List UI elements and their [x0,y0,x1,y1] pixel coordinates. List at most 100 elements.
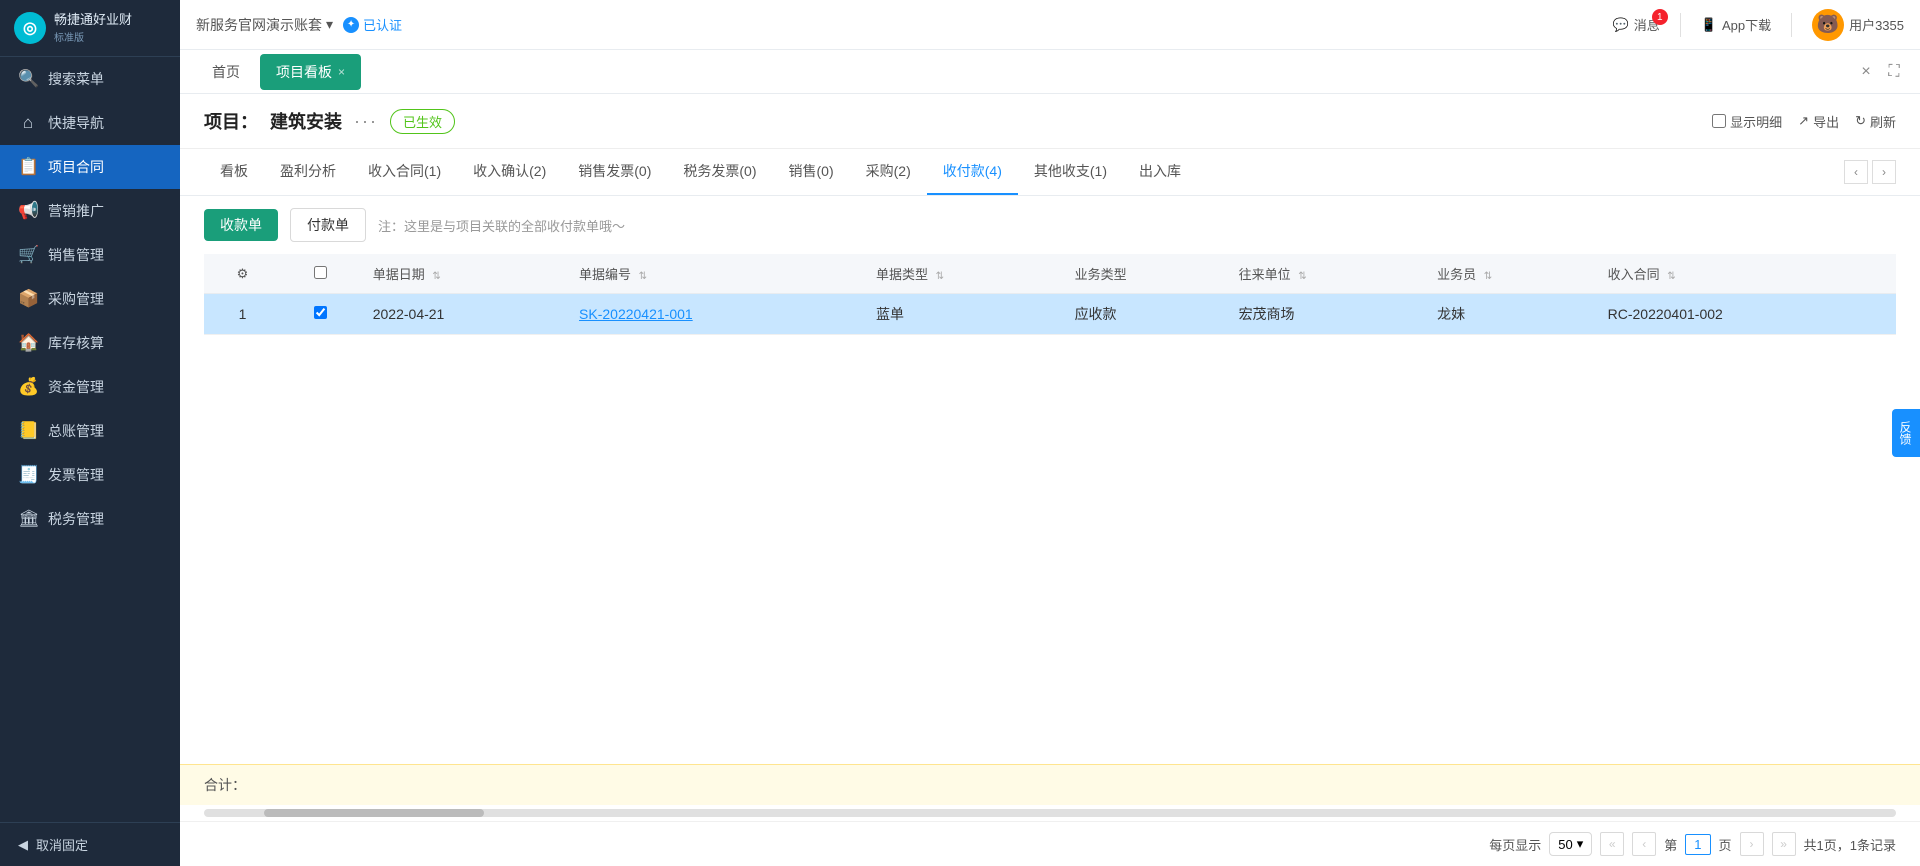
message-button[interactable]: 💬 消息 1 [1613,15,1660,34]
show-detail-label: 显示明细 [1730,112,1782,131]
sub-tab-warehouse[interactable]: 出入库 [1123,149,1197,195]
account-dropdown[interactable]: 新服务官网演示账套 ▾ [196,15,333,35]
sub-tabs-prev-button[interactable]: ‹ [1844,160,1868,184]
th-code[interactable]: 单据编号 ⇅ [567,254,864,294]
th-date[interactable]: 单据日期 ⇅ [361,254,567,294]
finance-icon: 💰 [18,377,38,397]
sub-tab-profit[interactable]: 盈利分析 [264,149,352,195]
sub-tabs: 看板 盈利分析 收入合同(1) 收入确认(2) 销售发票(0) 税务发票(0) … [180,149,1920,196]
table-row[interactable]: 1 2022-04-21 SK-20220421-001 蓝单 应收款 宏茂商场… [204,294,1896,335]
td-biz-type: 应收款 [1063,294,1227,335]
sidebar-item-ledger[interactable]: 📒 总账管理 [0,409,180,453]
td-checkbox [281,294,361,335]
th-partner[interactable]: 往来单位 ⇅ [1227,254,1426,294]
maximize-icon: ⛶ [1888,63,1899,81]
sidebar-item-finance[interactable]: 💰 资金管理 [0,365,180,409]
td-partner: 宏茂商场 [1227,294,1426,335]
sidebar-item-tax[interactable]: 🏛 税务管理 [0,497,180,541]
phone-icon: 📱 [1701,17,1717,33]
tab-home[interactable]: 首页 [196,54,256,90]
sort-icon: ⇅ [432,271,440,282]
page-first-button[interactable]: « [1600,832,1624,856]
sidebar-item-quicknav[interactable]: ⌂ 快捷导航 [0,101,180,145]
refresh-button[interactable]: ↻ 刷新 [1855,112,1896,131]
th-type[interactable]: 单据类型 ⇅ [864,254,1063,294]
tab-close-icon[interactable]: × [338,65,345,79]
window-close-button[interactable]: × [1856,62,1876,82]
sidebar-item-marketing[interactable]: 📢 营销推广 [0,189,180,233]
app-download-button[interactable]: 📱 App下载 [1701,15,1771,34]
sidebar-item-label: 资金管理 [48,377,104,397]
horizontal-scrollbar[interactable] [180,805,1920,821]
header-right: 💬 消息 1 📱 App下载 🐻 用户3355 [1613,9,1904,41]
th-settings: ⚙ [204,254,281,294]
sort-icon: ⇅ [639,271,647,282]
sidebar-nav: 🔍 搜索菜单 ⌂ 快捷导航 📋 项目合同 📢 营销推广 🛒 销售管理 📦 采购管… [0,57,180,822]
th-contract[interactable]: 收入合同 ⇅ [1596,254,1896,294]
window-maximize-button[interactable]: ⛶ [1884,62,1904,82]
export-button[interactable]: ↗ 导出 [1798,112,1839,131]
row-checkbox[interactable] [314,306,327,319]
certified-badge: ✦ 已认证 [343,15,402,34]
sub-tab-other[interactable]: 其他收支(1) [1018,149,1123,195]
sub-tab-income-contract[interactable]: 收入合同(1) [352,149,457,195]
sidebar-cancel-fixed[interactable]: ◀ 取消固定 [0,822,180,866]
more-options-icon[interactable]: ··· [354,111,378,132]
show-detail-input[interactable] [1712,114,1726,128]
account-name: 新服务官网演示账套 [196,15,322,35]
sidebar-item-label: 总账管理 [48,421,104,441]
sub-tab-sales-invoice[interactable]: 销售发票(0) [562,149,667,195]
sub-tab-kanban[interactable]: 看板 [204,149,264,195]
page-size-select[interactable]: 50 ▾ [1549,832,1592,856]
project-header: 项目： 建筑安装 ··· 已生效 显示明细 ↗ 导出 ↻ 刷新 [180,94,1920,149]
scrollbar-thumb[interactable] [264,809,484,817]
sub-tab-tax-invoice[interactable]: 税务发票(0) [667,149,772,195]
feedback-button[interactable]: 反馈 [1892,409,1920,457]
sub-tab-sales[interactable]: 销售(0) [773,149,850,195]
sidebar-item-sales[interactable]: 🛒 销售管理 [0,233,180,277]
page-next-button[interactable]: › [1740,832,1764,856]
td-type: 蓝单 [864,294,1063,335]
page-size-label: 每页显示 [1489,835,1541,854]
tab-project-board[interactable]: 项目看板 × [260,54,361,90]
refresh-label: 刷新 [1870,112,1896,131]
page-word-pre: 第 [1664,835,1677,854]
td-contract: RC-20220401-002 [1596,294,1896,335]
sidebar-item-label: 采购管理 [48,289,104,309]
message-badge: 1 [1652,9,1668,25]
sub-tab-payment[interactable]: 收付款(4) [927,149,1018,195]
app-download-label: App下载 [1722,15,1771,34]
sidebar-item-search[interactable]: 🔍 搜索菜单 [0,57,180,101]
shoukuan-button[interactable]: 收款单 [204,209,278,241]
page-prev-button[interactable]: ‹ [1632,832,1656,856]
select-all-checkbox[interactable] [314,266,327,279]
header-left: 新服务官网演示账套 ▾ ✦ 已认证 [196,15,402,35]
tax-icon: 🏛 [18,509,38,529]
fukuan-button[interactable]: 付款单 [290,208,366,242]
user-menu[interactable]: 🐻 用户3355 [1812,9,1904,41]
sub-tab-income-confirm[interactable]: 收入确认(2) [457,149,562,195]
sidebar-item-invoice[interactable]: 🧾 发票管理 [0,453,180,497]
message-icon: 💬 [1613,17,1629,33]
project-status-badge: 已生效 [390,109,455,134]
tab-bar: 首页 项目看板 × × ⛶ [180,50,1920,94]
td-code: SK-20220421-001 [567,294,864,335]
settings-icon[interactable]: ⚙ [237,266,249,281]
certified-label: 已认证 [363,15,402,34]
sub-tab-purchase[interactable]: 采购(2) [850,149,927,195]
show-detail-checkbox[interactable]: 显示明细 [1712,112,1782,131]
shield-icon: ✦ [343,17,359,33]
sidebar-item-project[interactable]: 📋 项目合同 [0,145,180,189]
data-table-wrap: ⚙ 单据日期 ⇅ 单据编号 ⇅ [180,254,1920,764]
sidebar-item-inventory[interactable]: 🏠 库存核算 [0,321,180,365]
inventory-icon: 🏠 [18,333,38,353]
th-salesman[interactable]: 业务员 ⇅ [1425,254,1596,294]
marketing-icon: 📢 [18,201,38,221]
page-last-button[interactable]: » [1772,832,1796,856]
user-label: 用户3355 [1849,15,1904,34]
sub-tabs-next-button[interactable]: › [1872,160,1896,184]
sidebar-logo: ◎ 畅捷通好业财 标准版 [0,0,180,57]
refresh-icon: ↻ [1855,113,1866,129]
sidebar-item-purchase[interactable]: 📦 采购管理 [0,277,180,321]
document-link[interactable]: SK-20220421-001 [579,306,693,322]
